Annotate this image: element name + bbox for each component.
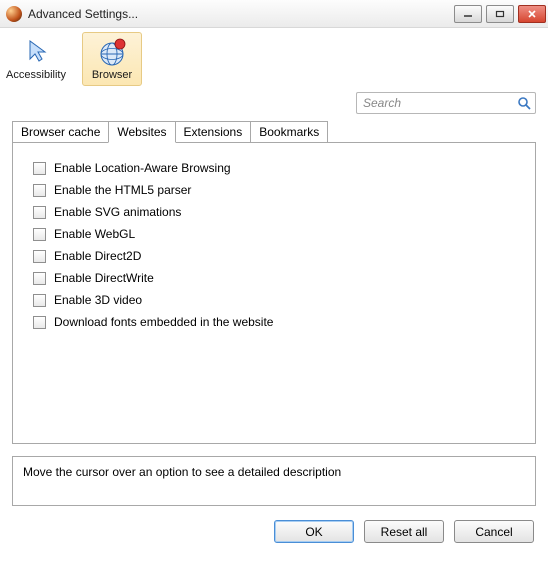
option-3d-video[interactable]: Enable 3D video	[33, 289, 515, 311]
toolbar-accessibility[interactable]: Accessibility	[6, 32, 66, 86]
toolbar-browser[interactable]: Browser	[82, 32, 142, 86]
toolbar-label: Browser	[92, 69, 132, 81]
ok-button[interactable]: OK	[274, 520, 354, 543]
option-location-aware[interactable]: Enable Location-Aware Browsing	[33, 157, 515, 179]
search-icon	[517, 96, 531, 110]
search-placeholder: Search	[363, 96, 517, 110]
toolbar: Accessibility Browser	[0, 28, 548, 86]
description-hint: Move the cursor over an option to see a …	[23, 465, 341, 479]
checkbox-icon[interactable]	[33, 294, 46, 307]
tab-label: Websites	[117, 125, 166, 139]
option-direct2d[interactable]: Enable Direct2D	[33, 245, 515, 267]
tab-extensions[interactable]: Extensions	[175, 121, 252, 143]
checkbox-icon[interactable]	[33, 228, 46, 241]
option-label: Download fonts embedded in the website	[54, 315, 273, 329]
maximize-icon	[495, 10, 505, 18]
option-webgl[interactable]: Enable WebGL	[33, 223, 515, 245]
tab-websites[interactable]: Websites	[108, 121, 175, 143]
maximize-button[interactable]	[486, 5, 514, 23]
cursor-icon	[20, 35, 52, 69]
tab-strip: Browser cache Websites Extensions Bookma…	[0, 121, 548, 143]
window-title: Advanced Settings...	[28, 7, 454, 21]
option-label: Enable Location-Aware Browsing	[54, 161, 231, 175]
description-box: Move the cursor over an option to see a …	[12, 456, 536, 506]
tab-bookmarks[interactable]: Bookmarks	[250, 121, 328, 143]
checkbox-icon[interactable]	[33, 206, 46, 219]
option-label: Enable WebGL	[54, 227, 135, 241]
checkbox-icon[interactable]	[33, 316, 46, 329]
option-directwrite[interactable]: Enable DirectWrite	[33, 267, 515, 289]
close-icon	[527, 10, 537, 18]
option-label: Enable DirectWrite	[54, 271, 154, 285]
app-icon	[6, 6, 22, 22]
search-row: Search	[0, 86, 548, 120]
globe-icon	[96, 35, 128, 69]
reset-all-button[interactable]: Reset all	[364, 520, 444, 543]
option-label: Enable the HTML5 parser	[54, 183, 191, 197]
cancel-button[interactable]: Cancel	[454, 520, 534, 543]
tab-browser-cache[interactable]: Browser cache	[12, 121, 109, 143]
close-button[interactable]	[518, 5, 546, 23]
option-html5-parser[interactable]: Enable the HTML5 parser	[33, 179, 515, 201]
checkbox-icon[interactable]	[33, 250, 46, 263]
minimize-button[interactable]	[454, 5, 482, 23]
option-label: Enable SVG animations	[54, 205, 181, 219]
dialog-buttons: OK Reset all Cancel	[0, 506, 548, 543]
tab-label: Extensions	[184, 125, 243, 139]
option-label: Enable Direct2D	[54, 249, 141, 263]
options-panel: Enable Location-Aware Browsing Enable th…	[12, 142, 536, 444]
button-label: OK	[305, 525, 322, 539]
search-input[interactable]: Search	[356, 92, 536, 114]
checkbox-icon[interactable]	[33, 184, 46, 197]
checkbox-icon[interactable]	[33, 272, 46, 285]
tab-label: Browser cache	[21, 125, 100, 139]
option-download-fonts[interactable]: Download fonts embedded in the website	[33, 311, 515, 333]
option-label: Enable 3D video	[54, 293, 142, 307]
checkbox-icon[interactable]	[33, 162, 46, 175]
minimize-icon	[463, 10, 473, 18]
title-bar: Advanced Settings...	[0, 0, 548, 28]
option-svg-animations[interactable]: Enable SVG animations	[33, 201, 515, 223]
button-label: Cancel	[475, 525, 512, 539]
toolbar-label: Accessibility	[6, 69, 66, 81]
button-label: Reset all	[381, 525, 428, 539]
tab-label: Bookmarks	[259, 125, 319, 139]
window-controls	[454, 5, 546, 23]
